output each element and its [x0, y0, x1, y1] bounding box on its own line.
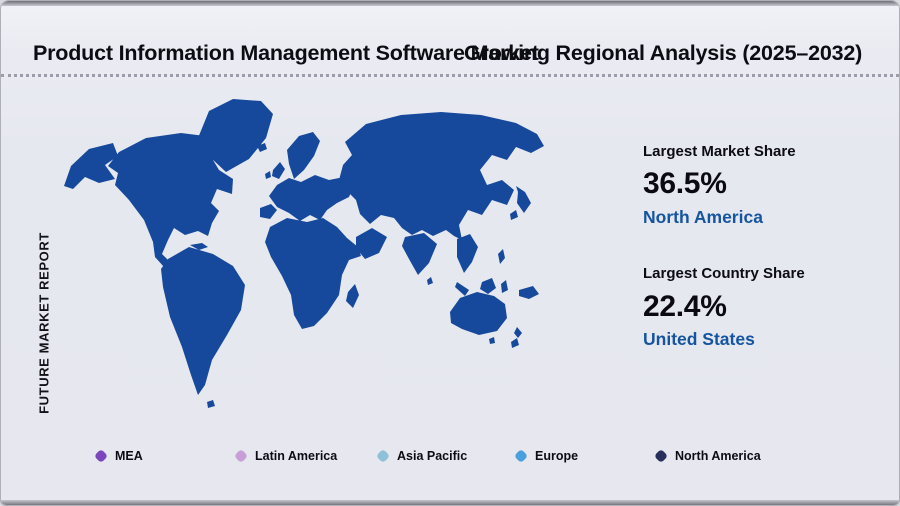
legend-label-latin-america: Latin America	[255, 449, 338, 463]
legend-label-north-america: North America	[675, 449, 761, 463]
legend-item-mea[interactable]: MEA	[93, 448, 143, 464]
legend-label-mea: MEA	[115, 449, 143, 463]
largest-market-share-region: North America	[643, 207, 763, 227]
largest-country-share-label: Largest Country Share	[643, 265, 805, 282]
title-market-name: Product Information Management Software …	[33, 41, 539, 65]
title-analysis-range: Growing Regional Analysis (2025–2032)	[464, 41, 863, 65]
legend-dot-north-america	[653, 448, 669, 464]
watermark-vertical-text: FUTURE MARKET REPORT	[36, 232, 52, 414]
legend-item-north-america[interactable]: North America	[653, 448, 761, 464]
report-window: Product Information Management Software …	[0, 0, 900, 506]
legend-label-asia-pacific: Asia Pacific	[397, 449, 468, 463]
largest-country-share-region: United States	[643, 329, 755, 349]
window-bottom-edge	[1, 500, 899, 505]
largest-market-share-value: 36.5%	[643, 167, 727, 200]
legend-item-asia-pacific[interactable]: Asia Pacific	[375, 448, 468, 464]
world-map[interactable]	[61, 86, 641, 436]
dotted-divider	[1, 74, 899, 77]
world-map-landmass[interactable]	[64, 99, 544, 408]
legend-dot-asia-pacific	[375, 448, 391, 464]
legend-item-europe[interactable]: Europe	[513, 448, 579, 464]
largest-market-share-label: Largest Market Share	[643, 143, 796, 160]
legend-dot-latin-america	[233, 448, 249, 464]
legend-item-latin-america[interactable]: Latin America	[233, 448, 338, 464]
legend-label-europe: Europe	[535, 449, 579, 463]
window-top-edge	[1, 1, 899, 6]
largest-country-share-value: 22.4%	[643, 290, 727, 323]
legend-dot-mea	[93, 448, 109, 464]
legend-dot-europe	[513, 448, 529, 464]
